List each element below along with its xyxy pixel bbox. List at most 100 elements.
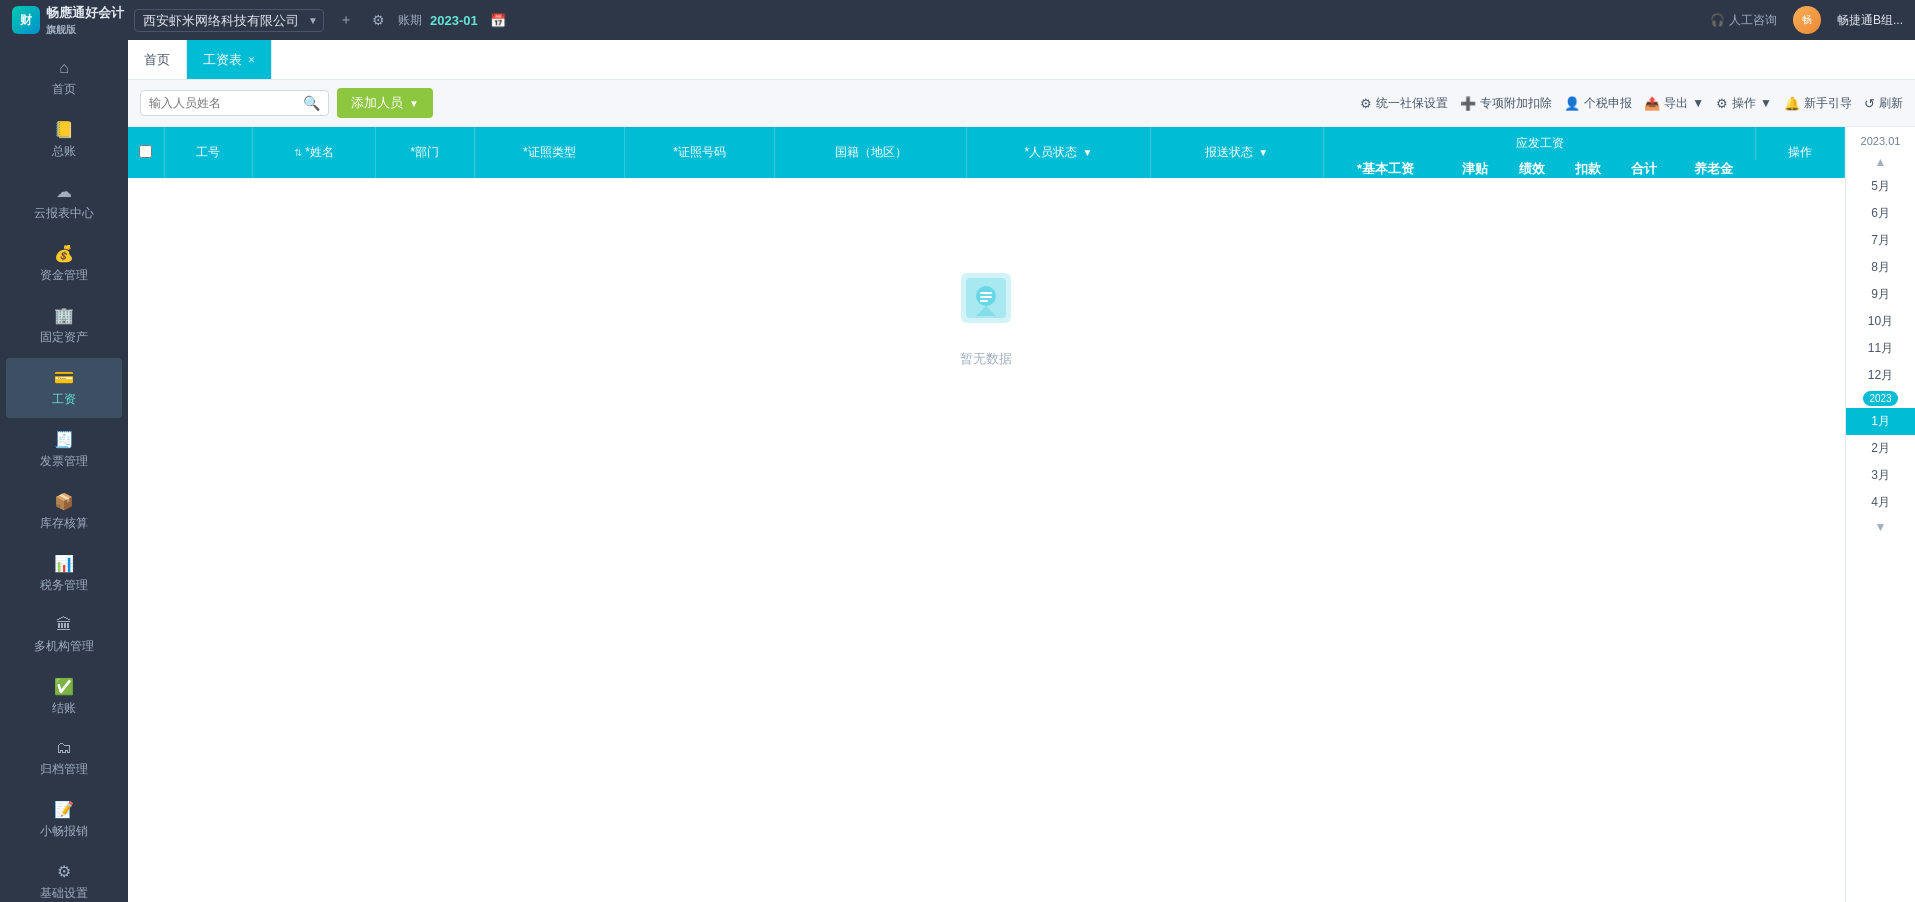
special-deduction-button[interactable]: ➕ 专项附加扣除 (1460, 95, 1552, 112)
status-filter-icon[interactable]: ▼ (1082, 147, 1092, 158)
tab-salary[interactable]: 工资表 × (187, 40, 272, 79)
month-8[interactable]: 8月 (1846, 254, 1915, 281)
sidebar-item-label: 多机构管理 (34, 638, 94, 655)
report-filter-icon[interactable]: ▼ (1258, 147, 1268, 158)
settings-icon[interactable]: ⚙ (366, 8, 390, 32)
sidebar-item-label: 首页 (52, 81, 76, 98)
month-3[interactable]: 3月 (1846, 462, 1915, 489)
service-button[interactable]: 🎧 人工咨询 (1710, 12, 1777, 29)
guide-icon: 🔔 (1784, 96, 1800, 111)
sidebar-item-label: 工资 (52, 391, 76, 408)
th-checkbox[interactable] (128, 127, 164, 178)
sidebar-item-fixed-assets[interactable]: 🏢 固定资产 (6, 296, 122, 356)
export-button[interactable]: 📤 导出 ▼ (1644, 95, 1704, 112)
tab-home[interactable]: 首页 (128, 40, 187, 79)
sidebar-item-label: 资金管理 (40, 267, 88, 284)
th-deduction: 扣款 (1560, 160, 1616, 178)
month-7[interactable]: 7月 (1846, 227, 1915, 254)
month-2[interactable]: 2月 (1846, 435, 1915, 462)
top-bar: 财 畅應通好会计 旗舰版 西安虾米网络科技有限公司 ▼ ＋ ⚙ 账期 2023-… (0, 0, 1915, 40)
month-11[interactable]: 11月 (1846, 335, 1915, 362)
month-12[interactable]: 12月 (1846, 362, 1915, 389)
toolbar-actions: ⚙ 统一社保设置 ➕ 专项附加扣除 👤 个税申报 📤 导出 ▼ ⚙ (1360, 95, 1903, 112)
deduction-label: 专项附加扣除 (1480, 95, 1552, 112)
sidebar-item-label: 基础设置 (40, 885, 88, 902)
sidebar-item-settlement[interactable]: ✅ 结账 (6, 667, 122, 727)
company-selector[interactable]: 西安虾米网络科技有限公司 (134, 9, 324, 32)
tax-icon: 📊 (54, 554, 74, 573)
sidebar-item-expense[interactable]: 📝 小畅报销 (6, 790, 122, 850)
search-wrap[interactable]: 🔍 (140, 90, 329, 116)
social-security-label: 统一社保设置 (1376, 95, 1448, 112)
sidebar-item-label: 发票管理 (40, 453, 88, 470)
th-department: *部门 (376, 127, 475, 178)
month-5[interactable]: 5月 (1846, 173, 1915, 200)
check-icon: ✅ (54, 677, 74, 696)
add-person-button[interactable]: 添加人员 ▼ (337, 88, 433, 118)
sidebar-item-label: 归档管理 (40, 761, 88, 778)
tab-salary-label: 工资表 (203, 51, 242, 69)
operations-dropdown-icon: ▼ (1760, 96, 1772, 110)
month-4[interactable]: 4月 (1846, 489, 1915, 516)
sidebar-item-fund[interactable]: 💰 资金管理 (6, 234, 122, 294)
calendar-icon[interactable]: 📅 (490, 13, 506, 28)
book-icon: 📒 (54, 120, 74, 139)
th-name: ⇅ *姓名 (252, 127, 375, 178)
operations-button[interactable]: ⚙ 操作 ▼ (1716, 95, 1772, 112)
refresh-button[interactable]: ↺ 刷新 (1864, 95, 1903, 112)
sidebar-item-multi-org[interactable]: 🏛 多机构管理 (6, 606, 122, 665)
archive-icon: 🗂 (56, 739, 72, 757)
sidebar-item-cloud-report[interactable]: ☁ 云报表中心 (6, 172, 122, 232)
company-selector-wrap[interactable]: 西安虾米网络科技有限公司 ▼ (134, 9, 324, 32)
month-6[interactable]: 6月 (1846, 200, 1915, 227)
month-10[interactable]: 10月 (1846, 308, 1915, 335)
empty-state: 暂无数据 (128, 178, 1845, 448)
sidebar-item-ledger[interactable]: 📒 总账 (6, 110, 122, 170)
th-pension: 养老金 (1672, 160, 1756, 178)
fund-icon: 💰 (54, 244, 74, 263)
guide-button[interactable]: 🔔 新手引导 (1784, 95, 1852, 112)
export-label: 导出 (1664, 95, 1688, 112)
box-icon: 📦 (54, 492, 74, 511)
table-wrap: 工号 ⇅ *姓名 *部门 *证照类型 *证照号码 国籍（地区） *人员状态 ▼ (128, 127, 1845, 902)
th-base-salary: *基本工资 (1323, 160, 1447, 178)
current-year-label: 2023 (1863, 391, 1897, 406)
sidebar-item-home[interactable]: ⌂ 首页 (6, 49, 122, 108)
sidebar-item-archive[interactable]: 🗂 归档管理 (6, 729, 122, 788)
app-sub: 旗舰版 (46, 23, 124, 37)
tab-close-icon[interactable]: × (248, 53, 255, 67)
sidebar-item-salary[interactable]: 💳 工资 (6, 358, 122, 418)
expense-icon: 📝 (54, 800, 74, 819)
refresh-label: 刷新 (1879, 95, 1903, 112)
sidebar-item-inventory[interactable]: 📦 库存核算 (6, 482, 122, 542)
search-input[interactable] (149, 96, 299, 110)
scroll-down-button[interactable]: ▼ (1846, 516, 1915, 538)
sidebar-item-label: 税务管理 (40, 577, 88, 594)
top-bar-right: 🎧 人工咨询 畅 畅捷通B组... (1710, 6, 1903, 34)
content-area: 首页 工资表 × 🔍 添加人员 ▼ ⚙ 统一社保设置 (128, 40, 1915, 902)
social-security-button[interactable]: ⚙ 统一社保设置 (1360, 95, 1448, 112)
toolbar: 🔍 添加人员 ▼ ⚙ 统一社保设置 ➕ 专项附加扣除 👤 个税申报 (128, 80, 1915, 127)
month-1[interactable]: 1月 (1846, 408, 1915, 435)
personal-tax-button[interactable]: 👤 个税申报 (1564, 95, 1632, 112)
logo-text-wrap: 畅應通好会计 旗舰版 (46, 4, 124, 37)
avatar[interactable]: 畅 (1793, 6, 1821, 34)
building-icon: 🏢 (54, 306, 74, 325)
period-value: 2023-01 (430, 13, 478, 28)
sidebar-item-settings[interactable]: ⚙ 基础设置 (6, 852, 122, 902)
sidebar-item-invoice[interactable]: 🧾 发票管理 (6, 420, 122, 480)
headset-icon: 🎧 (1710, 13, 1725, 27)
app-name: 畅應通好会计 (46, 4, 124, 22)
service-label: 人工咨询 (1729, 12, 1777, 29)
sidebar-item-tax[interactable]: 📊 税务管理 (6, 544, 122, 604)
period-display: 2023.01 (1861, 131, 1901, 151)
salary-icon: 💳 (54, 368, 74, 387)
scroll-up-button[interactable]: ▲ (1846, 151, 1915, 173)
select-all-checkbox[interactable] (139, 145, 152, 158)
add-icon[interactable]: ＋ (334, 8, 358, 32)
personal-tax-label: 个税申报 (1584, 95, 1632, 112)
sidebar-item-label: 库存核算 (40, 515, 88, 532)
tab-home-label: 首页 (144, 51, 170, 69)
month-9[interactable]: 9月 (1846, 281, 1915, 308)
deduction-icon: ➕ (1460, 96, 1476, 111)
